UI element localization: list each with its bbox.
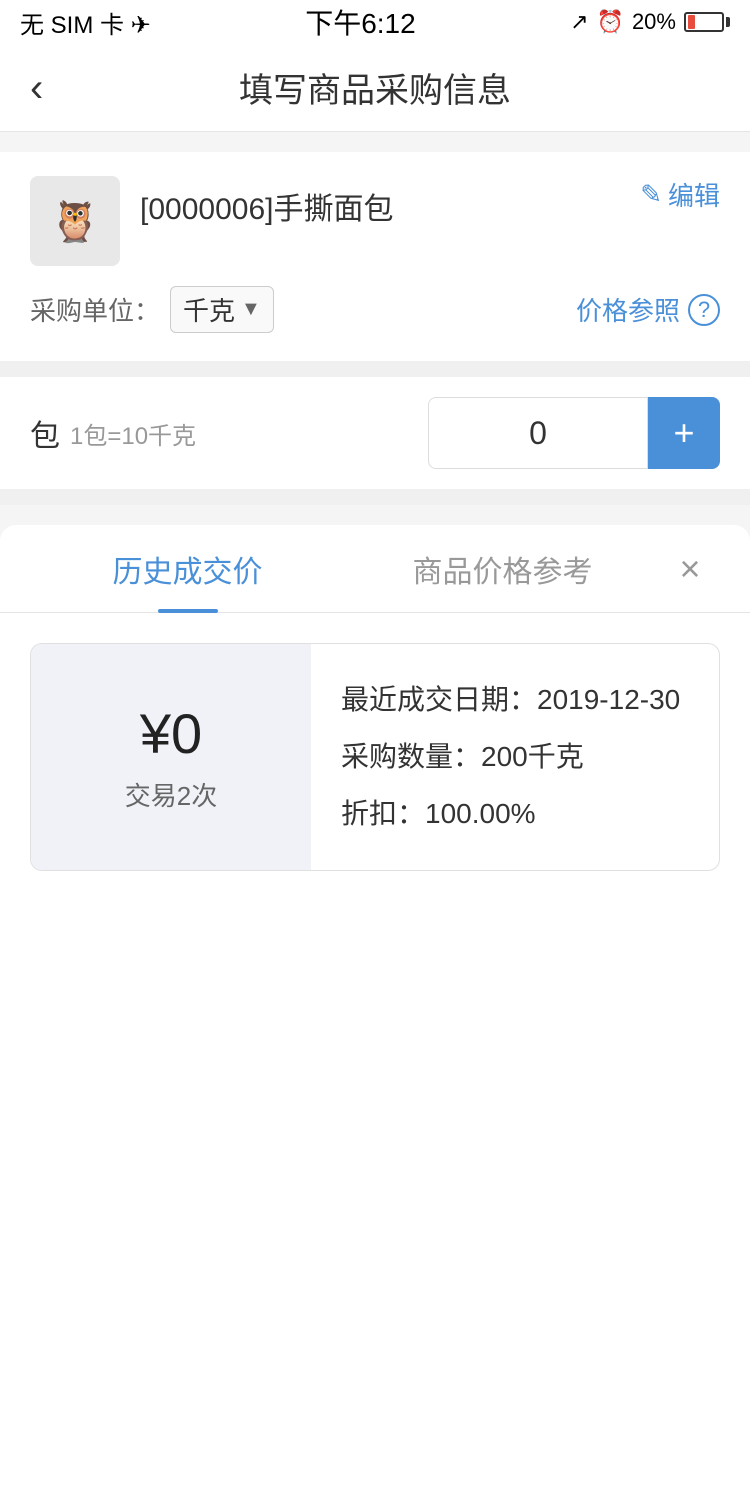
- nav-bar: ‹ 填写商品采购信息: [0, 44, 750, 132]
- section-divider-2: [0, 489, 750, 505]
- quantity-plus-button[interactable]: +: [648, 397, 720, 469]
- history-qty-row: 采购数量：200千克: [341, 737, 689, 776]
- tabs-row: 历史成交价 商品价格参考 ×: [0, 525, 750, 613]
- history-discount-row: 折扣：100.00%: [341, 794, 689, 833]
- status-time: 下午6:12: [305, 2, 416, 42]
- plus-icon: +: [673, 412, 694, 454]
- status-right: ↗ ⏰ 20%: [570, 9, 730, 35]
- tab-price-ref-label: 商品价格参考: [413, 547, 593, 591]
- tab-history-price[interactable]: 历史成交价: [30, 525, 345, 613]
- discount-label: 折扣：: [341, 798, 425, 829]
- quantity-label: 包 1包=10千克: [30, 411, 196, 455]
- close-button[interactable]: ×: [660, 539, 720, 599]
- edit-icon: ✎: [640, 179, 662, 210]
- qty-value: 200千克: [481, 741, 584, 772]
- status-left: 无 SIM 卡 ✈: [20, 5, 151, 40]
- product-header: 🦉 [0000006]手撕面包 ✎ 编辑: [30, 176, 720, 266]
- page-title: 填写商品采购信息: [239, 63, 511, 112]
- edit-label: 编辑: [668, 176, 720, 213]
- close-icon: ×: [679, 548, 700, 590]
- back-button[interactable]: ‹: [30, 68, 43, 108]
- unit-label: 采购单位：: [30, 291, 160, 328]
- sim-status: 无 SIM 卡 ✈: [20, 5, 151, 40]
- bottom-sheet: 历史成交价 商品价格参考 × ¥0 交易2次 最近成交日期：2019-12-30…: [0, 525, 750, 1501]
- history-details-section: 最近成交日期：2019-12-30 采购数量：200千克 折扣：100.00%: [311, 644, 719, 870]
- dropdown-arrow-icon: ▼: [241, 298, 261, 321]
- discount-value: 100.00%: [425, 798, 536, 829]
- product-name: [0000006]手撕面包: [140, 184, 393, 228]
- qty-label: 采购数量：: [341, 741, 481, 772]
- battery-icon: [684, 12, 730, 32]
- history-card: ¥0 交易2次 最近成交日期：2019-12-30 采购数量：200千克 折扣：…: [30, 643, 720, 871]
- quantity-input-group: +: [428, 397, 720, 469]
- unit-hint: 1包=10千克: [70, 416, 196, 451]
- product-unit-row: 采购单位： 千克 ▼ 价格参照 ?: [30, 286, 720, 333]
- tab-price-ref[interactable]: 商品价格参考: [345, 525, 660, 613]
- product-logo-icon: 🦉: [50, 198, 100, 245]
- battery-percent: 20%: [632, 9, 676, 35]
- product-card: 🦉 [0000006]手撕面包 ✎ 编辑 采购单位： 千克 ▼ 价格参照 ?: [0, 152, 750, 361]
- edit-button[interactable]: ✎ 编辑: [640, 176, 720, 213]
- section-divider: [0, 361, 750, 377]
- help-icon[interactable]: ?: [688, 294, 720, 326]
- date-label: 最近成交日期：: [341, 684, 537, 715]
- history-price-value: ¥0: [140, 701, 202, 766]
- tab-history-label: 历史成交价: [113, 547, 263, 591]
- quantity-input[interactable]: [428, 397, 648, 469]
- alarm-icon: ⏰: [597, 9, 624, 35]
- date-value: 2019-12-30: [537, 684, 680, 715]
- status-bar: 无 SIM 卡 ✈ 下午6:12 ↗ ⏰ 20%: [0, 0, 750, 44]
- location-icon: ↗: [570, 9, 588, 35]
- quantity-row: 包 1包=10千克 +: [0, 377, 750, 489]
- page-background: [0, 901, 750, 1501]
- history-trades: 交易2次: [125, 776, 217, 813]
- unit-select-dropdown[interactable]: 千克 ▼: [170, 286, 274, 333]
- unit-select-value: 千克: [183, 291, 235, 328]
- product-image: 🦉: [30, 176, 120, 266]
- history-date-row: 最近成交日期：2019-12-30: [341, 680, 689, 719]
- unit-badge: 包: [30, 411, 60, 455]
- history-price-section: ¥0 交易2次: [31, 644, 311, 870]
- price-ref-button[interactable]: 价格参照 ?: [576, 291, 720, 328]
- tab-active-underline: [158, 609, 218, 613]
- price-ref-label: 价格参照: [576, 291, 680, 328]
- product-info: 🦉 [0000006]手撕面包: [30, 176, 393, 266]
